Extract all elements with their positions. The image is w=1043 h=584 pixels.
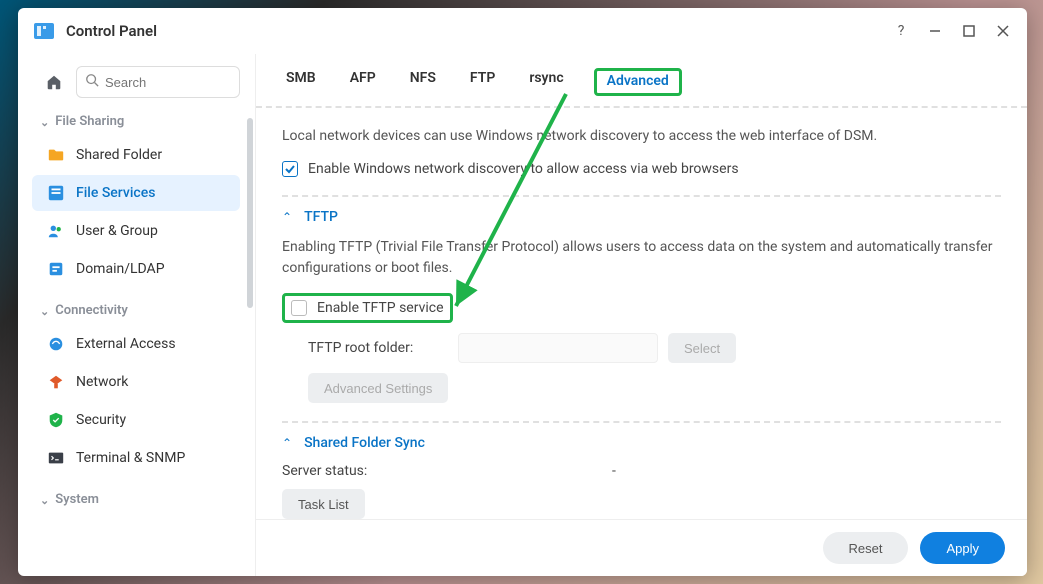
tab-rsync[interactable]: rsync: [525, 68, 567, 96]
tabs: SMB AFP NFS FTP rsync Advanced: [256, 54, 1027, 108]
tftp-root-input: [458, 333, 658, 363]
enable-tftp-label: Enable TFTP service: [317, 300, 444, 316]
sidebar-item-domain-ldap[interactable]: Domain/LDAP: [32, 251, 240, 287]
enable-wsdiscovery-label: Enable Windows network discovery to allo…: [308, 161, 739, 177]
help-button[interactable]: ?: [891, 21, 911, 41]
task-list-button[interactable]: Task List: [282, 489, 365, 519]
apply-button[interactable]: Apply: [920, 532, 1005, 564]
tab-advanced[interactable]: Advanced: [607, 73, 669, 89]
control-panel-window: Control Panel ? ⌃File Sharing: [18, 8, 1027, 576]
network-icon: [46, 372, 66, 392]
enable-tftp-checkbox[interactable]: [291, 300, 307, 316]
close-button[interactable]: [993, 21, 1013, 41]
section-file-sharing[interactable]: ⌃File Sharing: [26, 108, 246, 135]
footer: Reset Apply: [256, 519, 1027, 576]
tab-nfs[interactable]: NFS: [406, 68, 440, 96]
highlight-enable-tftp: Enable TFTP service: [282, 293, 453, 323]
tftp-select-button[interactable]: Select: [668, 333, 736, 363]
main-pane: SMB AFP NFS FTP rsync Advanced Local net…: [256, 54, 1027, 576]
tab-afp[interactable]: AFP: [346, 68, 380, 96]
tab-smb[interactable]: SMB: [282, 68, 320, 96]
users-icon: [46, 221, 66, 241]
enable-wsdiscovery-checkbox[interactable]: [282, 161, 298, 177]
terminal-icon: [46, 448, 66, 468]
highlight-advanced-tab: Advanced: [594, 68, 682, 96]
search-box[interactable]: [76, 66, 240, 98]
external-access-icon: [46, 334, 66, 354]
tftp-desc: Enabling TFTP (Trivial File Transfer Pro…: [282, 237, 1001, 279]
sidebar-item-terminal-snmp[interactable]: Terminal & SNMP: [32, 440, 240, 476]
sidebar-item-external-access[interactable]: External Access: [32, 326, 240, 362]
server-status-label: Server status:: [282, 463, 602, 479]
search-input[interactable]: [105, 75, 231, 90]
sidebar-item-security[interactable]: Security: [32, 402, 240, 438]
folder-icon: [46, 145, 66, 165]
section-system[interactable]: ⌃System: [26, 486, 246, 513]
shield-icon: [46, 410, 66, 430]
file-services-icon: [46, 183, 66, 203]
content-area: ⌃File Sharing Shared Folder File Service…: [18, 54, 1027, 576]
window-title: Control Panel: [66, 22, 877, 40]
settings-pane: Local network devices can use Windows ne…: [256, 108, 1027, 519]
sidebar: ⌃File Sharing Shared Folder File Service…: [18, 54, 256, 576]
wsdiscovery-desc: Local network devices can use Windows ne…: [282, 126, 1001, 147]
minimize-button[interactable]: [925, 21, 945, 41]
sidebar-item-network[interactable]: Network: [32, 364, 240, 400]
control-panel-icon: [32, 19, 56, 43]
sidebar-item-user-group[interactable]: User & Group: [32, 213, 240, 249]
domain-icon: [46, 259, 66, 279]
section-connectivity[interactable]: ⌃Connectivity: [26, 297, 246, 324]
maximize-button[interactable]: [959, 21, 979, 41]
sidebar-item-file-services[interactable]: File Services: [32, 175, 240, 211]
search-icon: [85, 73, 99, 91]
home-button[interactable]: [38, 66, 70, 98]
sidebar-item-shared-folder[interactable]: Shared Folder: [32, 137, 240, 173]
reset-button[interactable]: Reset: [823, 532, 909, 564]
tftp-root-label: TFTP root folder:: [308, 340, 448, 356]
shared-folder-sync-toggle[interactable]: ⌃Shared Folder Sync: [282, 435, 1001, 451]
tab-ftp[interactable]: FTP: [466, 68, 499, 96]
tftp-section-toggle[interactable]: ⌃TFTP: [282, 209, 1001, 225]
tftp-advanced-settings-button[interactable]: Advanced Settings: [308, 373, 448, 403]
server-status-value: -: [612, 463, 616, 479]
sidebar-scrollbar[interactable]: [247, 110, 255, 530]
titlebar: Control Panel ?: [18, 8, 1027, 54]
